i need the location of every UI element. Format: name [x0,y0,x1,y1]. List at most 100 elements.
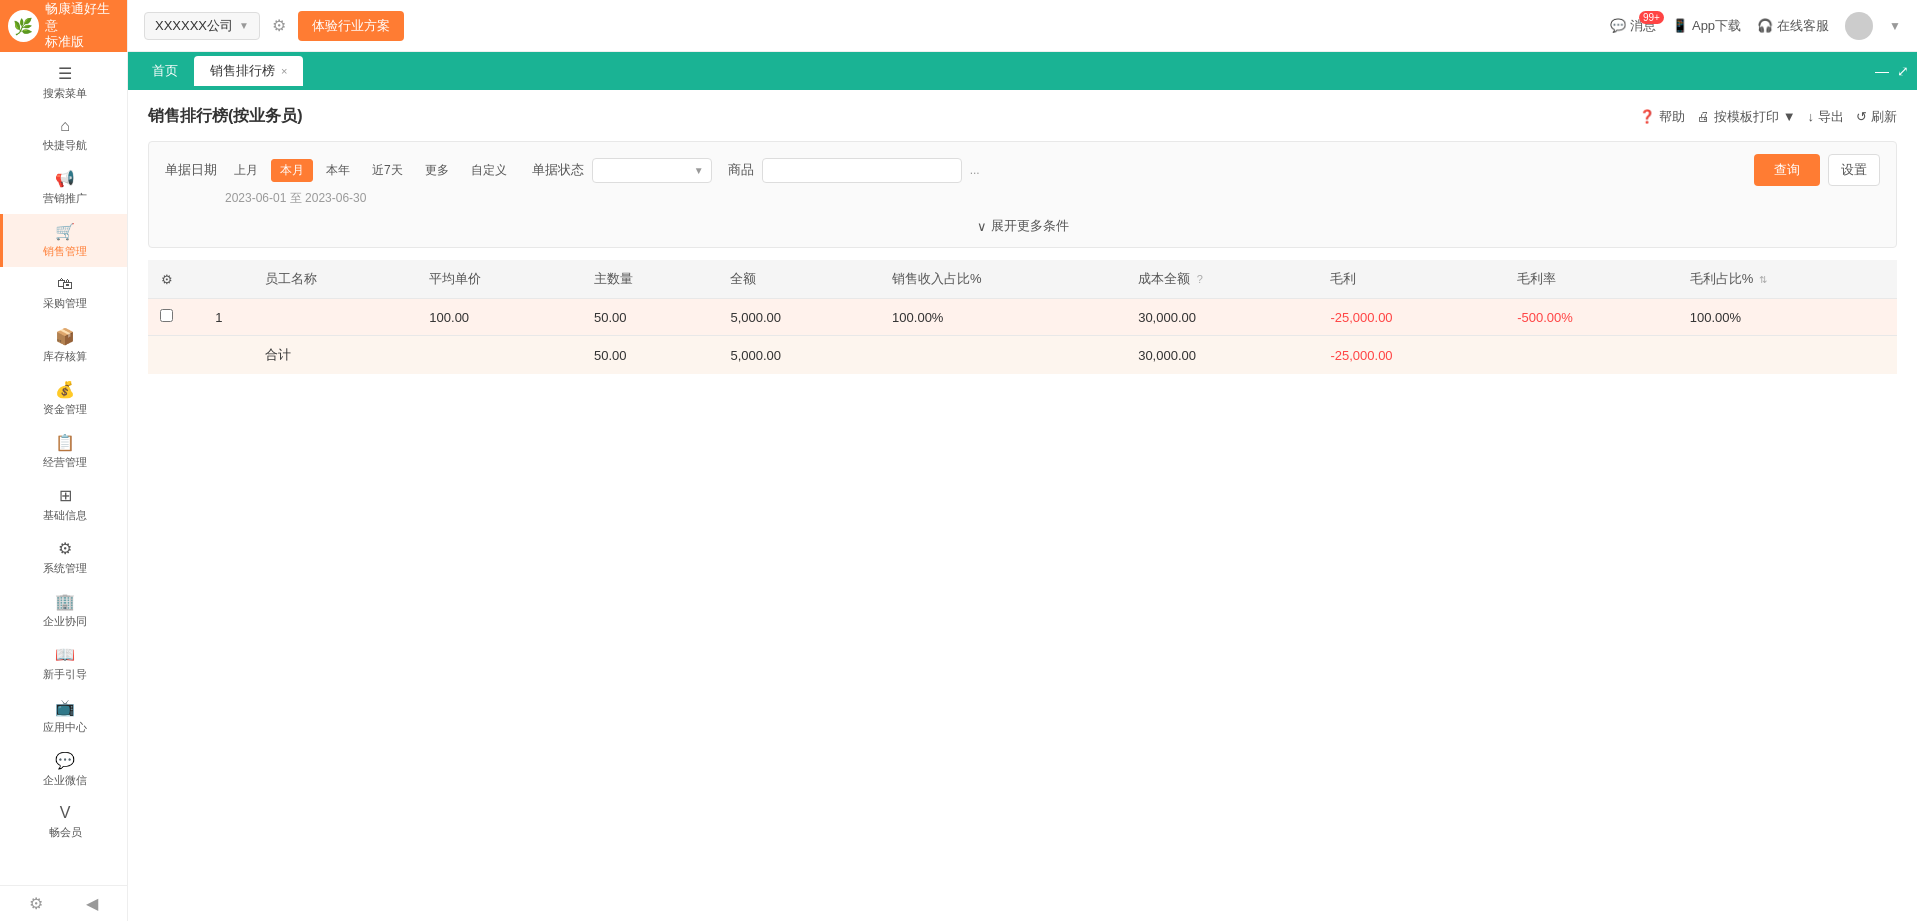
date-tabs: 上月本月本年近7天更多自定义 [225,159,516,182]
sidebar-item-system[interactable]: ⚙ 系统管理 [0,531,127,584]
export-btn[interactable]: ↓ 导出 [1808,108,1845,126]
footer-amount: 5,000.00 [718,336,880,375]
page-header: 销售排行榜(按业务员) ❓ 帮助 🖨 按模板打印 ▼ ↓ 导出 [148,106,1897,127]
cell-name [253,299,418,336]
cost-help-icon[interactable]: ? [1197,273,1203,285]
sidebar-item-enterprise[interactable]: 🏢 企业协同 [0,584,127,637]
date-tab-4[interactable]: 更多 [416,159,458,182]
sidebar-icon-operations: 📋 [55,433,75,452]
tab-close-icon[interactable]: × [281,65,287,77]
settings-bottom-icon[interactable]: ⚙ [29,894,43,913]
company-selector[interactable]: XXXXXX公司 ▼ [144,12,260,40]
sidebar-item-operations[interactable]: 📋 经营管理 [0,425,127,478]
setting-button[interactable]: 设置 [1828,154,1880,186]
sidebar-item-shortcuts[interactable]: ⌂ 快捷导航 [0,109,127,161]
header-settings-icon[interactable]: ⚙ [272,16,286,35]
date-range-display: 2023-06-01 至 2023-06-30 [225,190,1880,207]
sidebar-label-sales: 销售管理 [43,244,87,259]
tab-maximize-icon[interactable]: ⤢ [1897,63,1909,79]
filter-buttons: 查询 设置 [1754,154,1880,186]
sidebar-icon-sales: 🛒 [55,222,75,241]
sidebar-item-inventory[interactable]: 📦 库存核算 [0,319,127,372]
filter-row-1: 单据日期 上月本月本年近7天更多自定义 单据状态 ▼ [165,154,1880,186]
tab-home[interactable]: 首页 [136,56,194,86]
sidebar-item-member[interactable]: V 畅会员 [0,796,127,848]
goods-filter-group: 商品 ... [728,158,980,183]
print-btn[interactable]: 🖨 按模板打印 ▼ [1697,108,1796,126]
sidebar-icon-appcenter: 📺 [55,698,75,717]
cell-rank: 1 [185,299,253,336]
sidebar-nav: ☰ 搜索菜单 ⌂ 快捷导航 📢 营销推广 🛒 销售管理 🛍 采购管理 📦 库存核… [0,52,127,885]
sidebar-label-guide: 新手引导 [43,667,87,682]
sidebar-item-wechat[interactable]: 💬 企业微信 [0,743,127,796]
date-tab-1[interactable]: 本月 [271,159,313,182]
sidebar-item-finance[interactable]: 💰 资金管理 [0,372,127,425]
print-label: 按模板打印 [1714,108,1779,126]
refresh-btn[interactable]: ↺ 刷新 [1856,108,1897,126]
col-rank [185,260,253,299]
date-tab-0[interactable]: 上月 [225,159,267,182]
sidebar-label-operations: 经营管理 [43,455,87,470]
sidebar: 🌿 畅康通好生意 标准版 ☰ 搜索菜单 ⌂ 快捷导航 📢 营销推广 🛒 销售管理… [0,0,128,921]
top-header: XXXXXX公司 ▼ ⚙ 体验行业方案 💬 消息 99+ 📱 App下载 🎧 在… [128,0,1917,52]
footer-empty-5 [1505,336,1678,375]
sidebar-item-purchase[interactable]: 🛍 采购管理 [0,267,127,319]
col-gross: 毛利 [1318,260,1505,299]
col-name: 员工名称 [253,260,418,299]
sidebar-logo: 🌿 畅康通好生意 标准版 [0,0,127,52]
tab-minimize-icon[interactable]: — [1875,63,1889,79]
expand-chevron-icon: ∨ [977,219,987,234]
goods-input[interactable] [762,158,962,183]
export-icon: ↓ [1808,109,1815,124]
collapse-sidebar-icon[interactable]: ◀ [86,894,98,913]
company-dropdown-arrow: ▼ [239,20,249,31]
sidebar-item-basic[interactable]: ⊞ 基础信息 [0,478,127,531]
help-btn[interactable]: ❓ 帮助 [1639,108,1685,126]
expand-conditions-btn[interactable]: ∨ 展开更多条件 [977,217,1069,235]
sidebar-item-search[interactable]: ☰ 搜索菜单 [0,56,127,109]
gross-pct-sort-icon[interactable]: ⇅ [1759,274,1767,285]
app-download-action[interactable]: 📱 App下载 [1672,17,1741,35]
app-download-icon: 📱 [1672,18,1688,33]
sidebar-icon-finance: 💰 [55,380,75,399]
date-tab-3[interactable]: 近7天 [363,159,412,182]
refresh-label: 刷新 [1871,108,1897,126]
doc-status-select[interactable] [592,158,712,183]
message-action[interactable]: 💬 消息 99+ [1610,17,1656,35]
goods-more-icon[interactable]: ... [970,163,980,177]
date-tab-2[interactable]: 本年 [317,159,359,182]
refresh-icon: ↺ [1856,109,1867,124]
tab-sales-ranking[interactable]: 销售排行榜 × [194,56,303,86]
footer-empty-6 [1678,336,1897,375]
cell-checkbox[interactable] [148,299,185,336]
print-icon: 🖨 [1697,109,1710,124]
sidebar-bottom: ⚙ ◀ [0,885,127,921]
user-name-action[interactable]: ▼ [1889,19,1901,33]
sidebar-item-appcenter[interactable]: 📺 应用中心 [0,690,127,743]
sidebar-item-guide[interactable]: 📖 新手引导 [0,637,127,690]
footer-empty-2 [185,336,253,375]
query-button[interactable]: 查询 [1754,154,1820,186]
table-footer-row: 合计 50.00 5,000.00 30,000.00 -25,000.00 [148,336,1897,375]
tab-sales-label: 销售排行榜 [210,62,275,80]
online-service-action[interactable]: 🎧 在线客服 [1757,17,1829,35]
date-tab-5[interactable]: 自定义 [462,159,516,182]
sidebar-icon-guide: 📖 [55,645,75,664]
sidebar-item-marketing[interactable]: 📢 营销推广 [0,161,127,214]
col-settings[interactable]: ⚙ [148,260,185,299]
message-badge: 99+ [1639,11,1664,24]
sidebar-item-sales[interactable]: 🛒 销售管理 [0,214,127,267]
sidebar-icon-system: ⚙ [58,539,72,558]
logo-icon: 🌿 [8,10,39,42]
sidebar-label-search: 搜索菜单 [43,86,87,101]
app-download-label: App下载 [1692,17,1741,35]
cell-gross-pct: 100.00% [1678,299,1897,336]
main-area: XXXXXX公司 ▼ ⚙ 体验行业方案 💬 消息 99+ 📱 App下载 🎧 在… [128,0,1917,921]
doc-status-filter-group: 单据状态 ▼ [532,158,712,183]
user-avatar[interactable] [1845,12,1873,40]
sidebar-icon-member: V [60,804,71,822]
sidebar-icon-enterprise: 🏢 [55,592,75,611]
print-dropdown-arrow: ▼ [1783,109,1796,124]
trial-button[interactable]: 体验行业方案 [298,11,404,41]
footer-empty-4 [880,336,1126,375]
